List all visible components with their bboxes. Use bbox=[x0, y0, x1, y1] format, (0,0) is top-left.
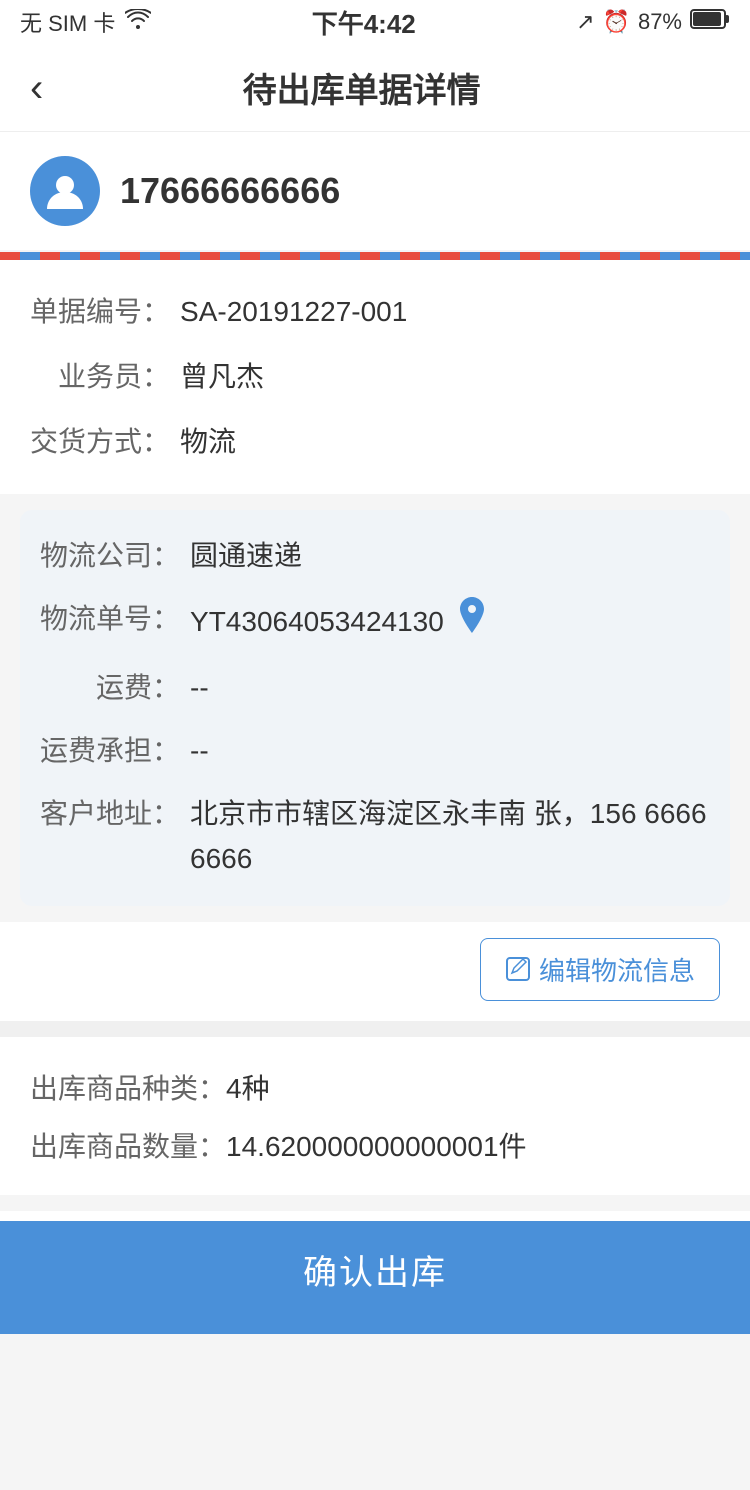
bottom-space bbox=[0, 1310, 750, 1490]
alarm-icon: ⏰ bbox=[603, 9, 630, 35]
status-left: 无 SIM 卡 bbox=[20, 6, 151, 38]
tracking-number-text: YT43064053424130 bbox=[190, 600, 444, 645]
confirm-button-wrap: 确认出库 bbox=[0, 1221, 750, 1334]
tracking-number-value: YT43064053424130 bbox=[190, 597, 710, 648]
avatar bbox=[30, 156, 100, 226]
product-type-row: 出库商品种类： 4种 bbox=[30, 1067, 720, 1107]
edit-logistics-section: 编辑物流信息 bbox=[0, 922, 750, 1021]
confirm-btn-label: 确认出库 bbox=[303, 1254, 447, 1292]
location-icon: ↗ bbox=[576, 9, 594, 35]
status-bar: 无 SIM 卡 下午4:42 ↗ ⏰ 87% bbox=[0, 0, 750, 44]
freight-value: -- bbox=[190, 666, 710, 711]
delivery-method-value: 物流 bbox=[180, 420, 720, 465]
freight-label: 运费： bbox=[40, 666, 180, 711]
tracking-number-label: 物流单号： bbox=[40, 597, 180, 642]
status-right: ↗ ⏰ 87% bbox=[576, 8, 730, 36]
freight-bearer-value: -- bbox=[190, 729, 710, 774]
freight-bearer-label: 运费承担： bbox=[40, 729, 180, 774]
doc-number-row: 单据编号： SA-20191227-001 bbox=[30, 290, 720, 335]
product-type-label: 出库商品种类： bbox=[30, 1067, 226, 1107]
battery-icon bbox=[690, 8, 730, 36]
product-qty-row: 出库商品数量： 14.620000000000001件 bbox=[30, 1125, 720, 1165]
salesperson-label: 业务员： bbox=[30, 355, 170, 400]
page-title: 待出库单据详情 bbox=[63, 63, 660, 112]
edit-logistics-button[interactable]: 编辑物流信息 bbox=[480, 938, 720, 1001]
edit-logistics-label: 编辑物流信息 bbox=[539, 951, 695, 988]
nav-bar: ‹ 待出库单据详情 bbox=[0, 44, 750, 132]
product-type-value: 4种 bbox=[226, 1067, 270, 1107]
product-section: 出库商品种类： 4种 出库商品数量： 14.620000000000001件 bbox=[0, 1037, 750, 1195]
product-qty-value: 14.620000000000001件 bbox=[226, 1125, 527, 1165]
section-divider bbox=[0, 1021, 750, 1037]
address-label: 客户地址： bbox=[40, 792, 180, 837]
logistics-company-label: 物流公司： bbox=[40, 534, 180, 579]
order-info-card: 单据编号： SA-20191227-001 业务员： 曾凡杰 交货方式： 物流 bbox=[0, 260, 750, 494]
address-row: 客户地址： 北京市市辖区海淀区永丰南 张，156 6666 6666 bbox=[40, 792, 710, 882]
status-time: 下午4:42 bbox=[312, 4, 416, 41]
doc-number-value: SA-20191227-001 bbox=[180, 290, 720, 335]
dashed-separator bbox=[0, 252, 750, 260]
freight-bearer-row: 运费承担： -- bbox=[40, 729, 710, 774]
logistics-company-value: 圆通速递 bbox=[190, 534, 710, 579]
carrier-label: 无 SIM 卡 bbox=[20, 6, 115, 38]
tracking-number-row: 物流单号： YT43064053424130 bbox=[40, 597, 710, 648]
back-button[interactable]: ‹ bbox=[30, 68, 43, 108]
freight-row: 运费： -- bbox=[40, 666, 710, 711]
location-pin-icon[interactable] bbox=[456, 597, 488, 648]
product-qty-label: 出库商品数量： bbox=[30, 1125, 226, 1165]
user-phone: 17666666666 bbox=[120, 170, 340, 212]
salesperson-value: 曾凡杰 bbox=[180, 355, 720, 400]
address-value: 北京市市辖区海淀区永丰南 张，156 6666 6666 bbox=[190, 792, 710, 882]
wifi-icon bbox=[125, 9, 151, 35]
logistics-section: 物流公司： 圆通速递 物流单号： YT43064053424130 运费： --… bbox=[20, 510, 730, 905]
doc-number-label: 单据编号： bbox=[30, 290, 170, 335]
delivery-method-label: 交货方式： bbox=[30, 420, 170, 465]
battery-label: 87% bbox=[638, 9, 682, 35]
user-header: 17666666666 bbox=[0, 132, 750, 250]
logistics-company-row: 物流公司： 圆通速递 bbox=[40, 534, 710, 579]
confirm-outbound-button[interactable]: 确认出库 bbox=[0, 1245, 750, 1294]
delivery-method-row: 交货方式： 物流 bbox=[30, 420, 720, 465]
salesperson-row: 业务员： 曾凡杰 bbox=[30, 355, 720, 400]
